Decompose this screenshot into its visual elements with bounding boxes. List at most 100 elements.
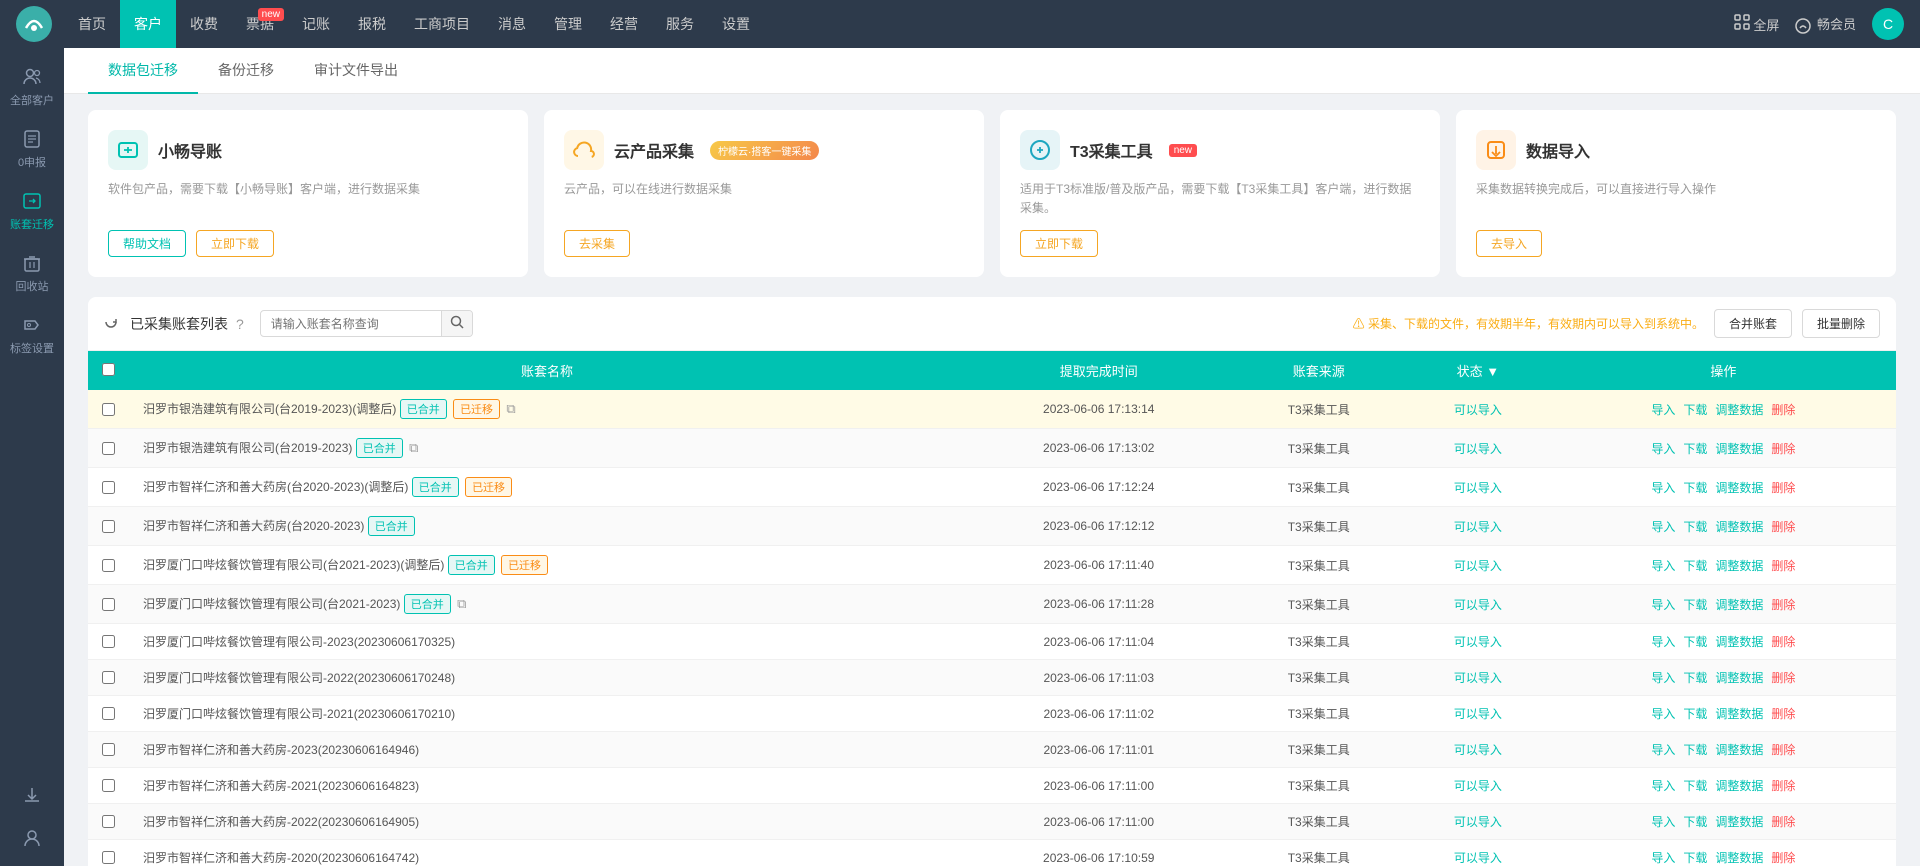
action-导入[interactable]: 导入 <box>1651 598 1675 612</box>
row-checkbox[interactable] <box>102 815 115 828</box>
nav-item-invoice[interactable]: 票据new <box>232 0 288 48</box>
row-checkbox[interactable] <box>102 520 115 533</box>
copy-icon[interactable]: ⧉ <box>457 596 466 611</box>
sidebar-item-user[interactable] <box>21 816 43 858</box>
row-checkbox[interactable] <box>102 743 115 756</box>
action-删除[interactable]: 删除 <box>1771 442 1795 456</box>
search-button[interactable] <box>441 311 472 336</box>
action-删除[interactable]: 删除 <box>1771 815 1795 829</box>
action-调整数据[interactable]: 调整数据 <box>1715 635 1763 649</box>
go-collect-button[interactable]: 去采集 <box>564 230 630 257</box>
batch-delete-button[interactable]: 批量删除 <box>1802 309 1880 338</box>
row-checkbox[interactable] <box>102 481 115 494</box>
action-下载[interactable]: 下载 <box>1683 442 1707 456</box>
action-删除[interactable]: 删除 <box>1771 671 1795 685</box>
col-status[interactable]: 状态 ▼ <box>1405 351 1551 390</box>
user-avatar[interactable]: C <box>1872 8 1904 40</box>
action-删除[interactable]: 删除 <box>1771 520 1795 534</box>
row-checkbox[interactable] <box>102 403 115 416</box>
action-调整数据[interactable]: 调整数据 <box>1715 442 1763 456</box>
action-导入[interactable]: 导入 <box>1651 635 1675 649</box>
action-下载[interactable]: 下载 <box>1683 707 1707 721</box>
action-导入[interactable]: 导入 <box>1651 779 1675 793</box>
action-删除[interactable]: 删除 <box>1771 635 1795 649</box>
nav-item-message[interactable]: 消息 <box>484 0 540 48</box>
nav-item-manage[interactable]: 管理 <box>540 0 596 48</box>
copy-icon[interactable]: ⧉ <box>506 401 515 416</box>
row-checkbox[interactable] <box>102 671 115 684</box>
go-import-button[interactable]: 去导入 <box>1476 230 1542 257</box>
action-导入[interactable]: 导入 <box>1651 442 1675 456</box>
action-下载[interactable]: 下载 <box>1683 851 1707 865</box>
download-now-button[interactable]: 立即下载 <box>196 230 274 257</box>
merge-account-button[interactable]: 合并账套 <box>1714 309 1792 338</box>
row-checkbox[interactable] <box>102 635 115 648</box>
nav-item-business[interactable]: 工商项目 <box>400 0 484 48</box>
action-调整数据[interactable]: 调整数据 <box>1715 671 1763 685</box>
action-导入[interactable]: 导入 <box>1651 815 1675 829</box>
action-下载[interactable]: 下载 <box>1683 520 1707 534</box>
t3-download-button[interactable]: 立即下载 <box>1020 230 1098 257</box>
nav-item-service[interactable]: 服务 <box>652 0 708 48</box>
sidebar-item-label-settings[interactable]: 标签设置 <box>0 304 64 366</box>
action-调整数据[interactable]: 调整数据 <box>1715 779 1763 793</box>
nav-item-tax[interactable]: 报税 <box>344 0 400 48</box>
help-icon[interactable]: ? <box>236 316 244 332</box>
search-input[interactable] <box>261 313 441 335</box>
action-下载[interactable]: 下载 <box>1683 671 1707 685</box>
action-调整数据[interactable]: 调整数据 <box>1715 851 1763 865</box>
action-删除[interactable]: 删除 <box>1771 559 1795 573</box>
action-删除[interactable]: 删除 <box>1771 481 1795 495</box>
nav-item-customer[interactable]: 客户 <box>120 0 176 48</box>
nav-item-billing[interactable]: 收费 <box>176 0 232 48</box>
action-导入[interactable]: 导入 <box>1651 851 1675 865</box>
nav-item-operation[interactable]: 经营 <box>596 0 652 48</box>
nav-item-accounting[interactable]: 记账 <box>288 0 344 48</box>
action-导入[interactable]: 导入 <box>1651 707 1675 721</box>
action-调整数据[interactable]: 调整数据 <box>1715 559 1763 573</box>
sidebar-item-account-migration[interactable]: 账套迁移 <box>0 180 64 242</box>
action-下载[interactable]: 下载 <box>1683 559 1707 573</box>
action-下载[interactable]: 下载 <box>1683 815 1707 829</box>
action-调整数据[interactable]: 调整数据 <box>1715 481 1763 495</box>
action-导入[interactable]: 导入 <box>1651 520 1675 534</box>
action-调整数据[interactable]: 调整数据 <box>1715 598 1763 612</box>
action-删除[interactable]: 删除 <box>1771 851 1795 865</box>
tab-data-migration[interactable]: 数据包迁移 <box>88 48 198 94</box>
action-调整数据[interactable]: 调整数据 <box>1715 707 1763 721</box>
member-button[interactable]: 畅会员 <box>1795 14 1856 34</box>
action-删除[interactable]: 删除 <box>1771 707 1795 721</box>
help-doc-button[interactable]: 帮助文档 <box>108 230 186 257</box>
action-调整数据[interactable]: 调整数据 <box>1715 403 1763 417</box>
copy-icon[interactable]: ⧉ <box>409 440 418 455</box>
row-checkbox[interactable] <box>102 442 115 455</box>
action-删除[interactable]: 删除 <box>1771 403 1795 417</box>
action-导入[interactable]: 导入 <box>1651 671 1675 685</box>
sidebar-item-zero-report[interactable]: 0申报 <box>0 118 64 180</box>
nav-item-home[interactable]: 首页 <box>64 0 120 48</box>
action-导入[interactable]: 导入 <box>1651 743 1675 757</box>
action-导入[interactable]: 导入 <box>1651 559 1675 573</box>
action-删除[interactable]: 删除 <box>1771 779 1795 793</box>
action-调整数据[interactable]: 调整数据 <box>1715 520 1763 534</box>
action-下载[interactable]: 下载 <box>1683 481 1707 495</box>
action-调整数据[interactable]: 调整数据 <box>1715 743 1763 757</box>
sidebar-item-all-customers[interactable]: 全部客户 <box>0 56 64 118</box>
fullscreen-button[interactable]: 全屏 <box>1734 14 1780 34</box>
row-checkbox[interactable] <box>102 707 115 720</box>
refresh-icon[interactable] <box>104 315 118 332</box>
action-删除[interactable]: 删除 <box>1771 743 1795 757</box>
action-删除[interactable]: 删除 <box>1771 598 1795 612</box>
action-下载[interactable]: 下载 <box>1683 779 1707 793</box>
app-logo[interactable] <box>16 6 52 42</box>
row-checkbox[interactable] <box>102 598 115 611</box>
row-checkbox[interactable] <box>102 851 115 864</box>
tab-backup-migration[interactable]: 备份迁移 <box>198 48 294 94</box>
nav-item-settings[interactable]: 设置 <box>708 0 764 48</box>
action-下载[interactable]: 下载 <box>1683 743 1707 757</box>
action-下载[interactable]: 下载 <box>1683 635 1707 649</box>
row-checkbox[interactable] <box>102 779 115 792</box>
row-checkbox[interactable] <box>102 559 115 572</box>
action-下载[interactable]: 下载 <box>1683 598 1707 612</box>
action-导入[interactable]: 导入 <box>1651 403 1675 417</box>
